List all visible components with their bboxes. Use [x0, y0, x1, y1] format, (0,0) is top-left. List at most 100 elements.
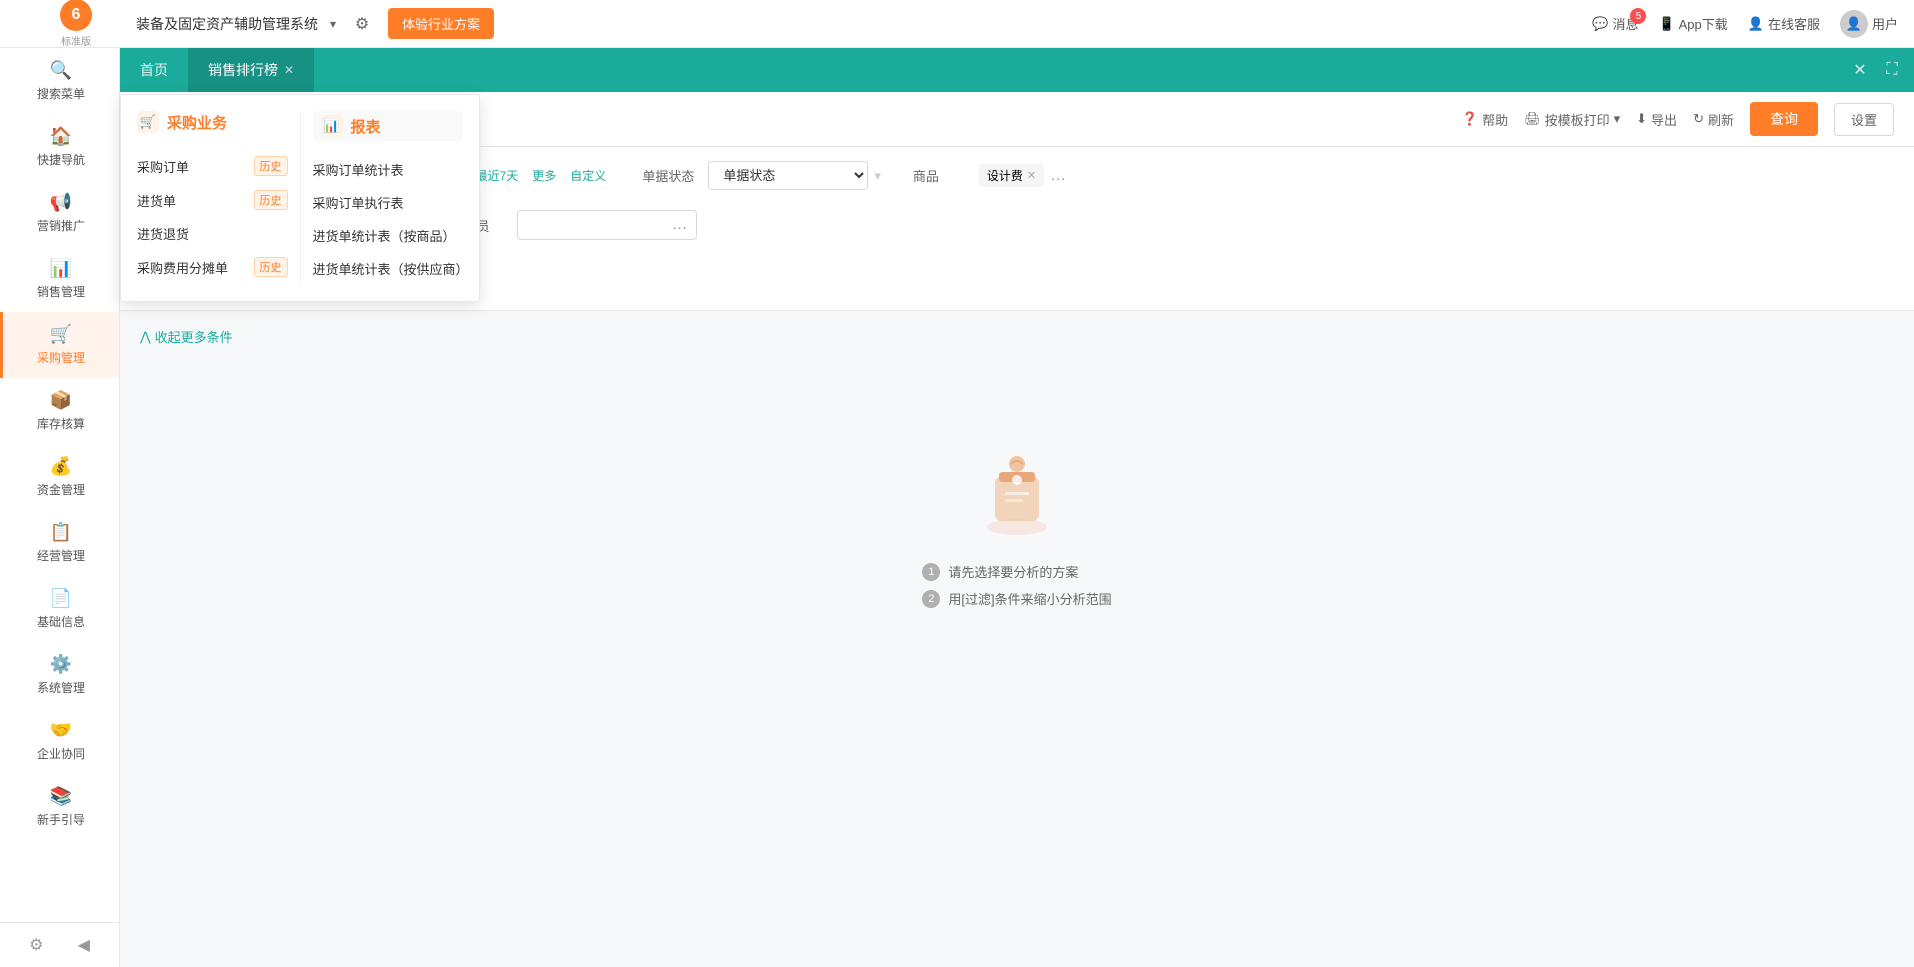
- help-icon: ❓: [1462, 111, 1478, 127]
- salesperson-input[interactable]: …: [517, 210, 697, 240]
- doc-status-dropdown-icon: ▾: [874, 168, 881, 184]
- sidebar-item-operations[interactable]: 📋 经营管理: [0, 510, 119, 576]
- tab-home[interactable]: 首页: [120, 48, 188, 92]
- logo-icon: 6: [60, 0, 92, 31]
- sidebar-item-inventory[interactable]: 📦 库存核算: [0, 378, 119, 444]
- collapse-icon: ⋀: [140, 329, 151, 345]
- dropdown-item-report-2[interactable]: 进货单统计表（按商品）: [313, 219, 464, 252]
- quick-date-more[interactable]: 更多: [528, 165, 560, 186]
- doc-status-select[interactable]: 单据状态: [708, 161, 868, 190]
- system-title: 装备及固定资产辅助管理系统: [136, 14, 318, 34]
- empty-tips: 1 请先选择要分析的方案 2 用[过滤]条件来缩小分析范围: [922, 562, 1111, 608]
- goods-dots-btn[interactable]: …: [1050, 167, 1066, 185]
- refresh-btn[interactable]: ↻ 刷新: [1693, 110, 1734, 129]
- top-right: 💬 消息 5 📱 App下载 👤 在线客服 👤 用户: [1592, 10, 1898, 38]
- dropdown-item-report-1[interactable]: 采购订单执行表: [313, 186, 464, 219]
- tab-sales-rank[interactable]: 销售排行榜 ✕: [188, 48, 314, 92]
- operations-icon: 📋: [50, 522, 72, 543]
- dropdown-menu: 🛒 采购业务 采购订单 历史 进货单 历史 进货退货 采购费用分摊单 历史: [120, 94, 480, 302]
- phone-icon: 📱: [1658, 16, 1674, 32]
- goods-filter: 商品 设计费 ✕ …: [913, 164, 1179, 187]
- tab-maximize-btn[interactable]: ⛶: [1878, 56, 1906, 84]
- logo-area: 6 标准版: [16, 0, 136, 48]
- purchase-col-icon: 🛒: [137, 111, 159, 133]
- dropdown-item-stock-return[interactable]: 进货退货: [137, 217, 288, 250]
- tab-close-icon[interactable]: ✕: [284, 63, 294, 77]
- goods-label: 商品: [913, 166, 973, 185]
- top-bar: 6 标准版 装备及固定资产辅助管理系统 ▾ ⚙ 体验行业方案 💬 消息 5 📱 …: [0, 0, 1914, 48]
- dropdown-item-report-3[interactable]: 进货单统计表（按供应商）: [313, 252, 464, 285]
- dropdown-item-report-0[interactable]: 采购订单统计表: [313, 153, 464, 186]
- finance-icon: 💰: [50, 456, 72, 477]
- user-avatar[interactable]: 👤 用户: [1840, 10, 1898, 38]
- sidebar-item-purchase[interactable]: 🛒 采购管理: [0, 312, 119, 378]
- goods-value: 设计费 ✕ …: [979, 164, 1179, 187]
- empty-state: 1 请先选择要分析的方案 2 用[过滤]条件来缩小分析范围: [120, 362, 1914, 688]
- system-dropdown-btn[interactable]: ▾: [330, 17, 336, 31]
- app-download-btn[interactable]: 📱 App下载: [1658, 14, 1727, 33]
- history-badge-1: 历史: [254, 190, 288, 210]
- goods-tag: 设计费 ✕: [979, 164, 1044, 187]
- service-icon: 👤: [1748, 16, 1764, 32]
- collapse-bar: ⋀ 收起更多条件: [120, 310, 1914, 362]
- print-btn[interactable]: 🖨 按模板打印 ▾: [1524, 110, 1620, 129]
- dropdown-report-header: 📊 报表: [313, 111, 464, 141]
- dropdown-col-purchase: 🛒 采购业务 采购订单 历史 进货单 历史 进货退货 采购费用分摊单 历史: [137, 111, 288, 285]
- dropdown-col-report: 📊 报表 采购订单统计表 采购订单执行表 进货单统计表（按商品） 进货单统计表（…: [313, 111, 464, 285]
- purchase-icon: 🛒: [50, 324, 72, 345]
- sidebar-item-search[interactable]: 🔍 搜索菜单: [0, 48, 119, 114]
- goods-tag-close[interactable]: ✕: [1027, 169, 1036, 182]
- logo-text: 标准版: [61, 33, 91, 48]
- quick-dates: 最近7天 更多 自定义: [472, 165, 611, 186]
- home-icon: 🏠: [50, 126, 72, 147]
- dropdown-divider: [300, 111, 301, 285]
- sidebar-item-guide[interactable]: 📚 新手引导: [0, 774, 119, 840]
- print-icon: 🖨: [1524, 111, 1541, 127]
- dropdown-item-stock-in[interactable]: 进货单 历史: [137, 183, 288, 217]
- export-btn[interactable]: ⬇ 导出: [1636, 110, 1677, 129]
- avatar-icon: 👤: [1840, 10, 1868, 38]
- sidebar-item-quick-nav[interactable]: 🏠 快捷导航: [0, 114, 119, 180]
- quick-date-custom[interactable]: 自定义: [566, 165, 610, 186]
- sidebar-item-marketing[interactable]: 📢 营销推广: [0, 180, 119, 246]
- tip-num-2: 2: [922, 590, 940, 608]
- settings-btn[interactable]: 设置: [1834, 103, 1894, 136]
- top-center: 装备及固定资产辅助管理系统 ▾ ⚙ 体验行业方案: [136, 8, 1592, 39]
- dropdown-item-purchase-expense[interactable]: 采购费用分摊单 历史: [137, 250, 288, 284]
- sidebar-item-sales[interactable]: 📊 销售管理: [0, 246, 119, 312]
- doc-status-label: 单据状态: [642, 166, 702, 185]
- help-btn[interactable]: ❓ 帮助: [1462, 110, 1508, 129]
- system-icon: ⚙️: [50, 654, 72, 675]
- refresh-icon: ↻: [1693, 111, 1704, 127]
- online-service-btn[interactable]: 👤 在线客服: [1748, 14, 1820, 33]
- history-badge-0: 历史: [254, 156, 288, 176]
- inventory-icon: 📦: [50, 390, 72, 411]
- collapse-btn[interactable]: ⋀ 收起更多条件: [120, 319, 253, 354]
- empty-tip-1: 1 请先选择要分析的方案: [922, 562, 1111, 581]
- search-icon: 🔍: [50, 60, 72, 81]
- industry-btn[interactable]: 体验行业方案: [388, 8, 494, 39]
- guide-icon: 📚: [50, 786, 72, 807]
- salesperson-dots[interactable]: …: [672, 216, 688, 234]
- tab-close-all-btn[interactable]: ✕: [1846, 56, 1874, 84]
- enterprise-icon: 🤝: [50, 720, 72, 741]
- empty-tip-2: 2 用[过滤]条件来缩小分析范围: [922, 589, 1111, 608]
- history-badge-3: 历史: [254, 257, 288, 277]
- query-btn[interactable]: 查询: [1750, 102, 1818, 136]
- sidebar-collapse-btn[interactable]: ◀: [78, 935, 90, 955]
- sidebar-item-basic-info[interactable]: 📄 基础信息: [0, 576, 119, 642]
- sidebar-item-system[interactable]: ⚙️ 系统管理: [0, 642, 119, 708]
- tab-actions: ✕ ⛶: [1846, 56, 1914, 84]
- sidebar-settings-btn[interactable]: ⚙: [29, 935, 43, 955]
- message-btn[interactable]: 💬 消息 5: [1592, 14, 1638, 33]
- sidebar-item-finance[interactable]: 💰 资金管理: [0, 444, 119, 510]
- dropdown-cols: 🛒 采购业务 采购订单 历史 进货单 历史 进货退货 采购费用分摊单 历史: [137, 111, 463, 285]
- marketing-icon: 📢: [50, 192, 72, 213]
- dropdown-item-purchase-order[interactable]: 采购订单 历史: [137, 149, 288, 183]
- basic-info-icon: 📄: [50, 588, 72, 609]
- print-dropdown-icon: ▾: [1614, 111, 1621, 127]
- report-col-icon: 📊: [321, 115, 343, 137]
- sidebar-item-enterprise[interactable]: 🤝 企业协同: [0, 708, 119, 774]
- export-icon: ⬇: [1636, 111, 1647, 127]
- system-settings-btn[interactable]: ⚙: [348, 10, 376, 38]
